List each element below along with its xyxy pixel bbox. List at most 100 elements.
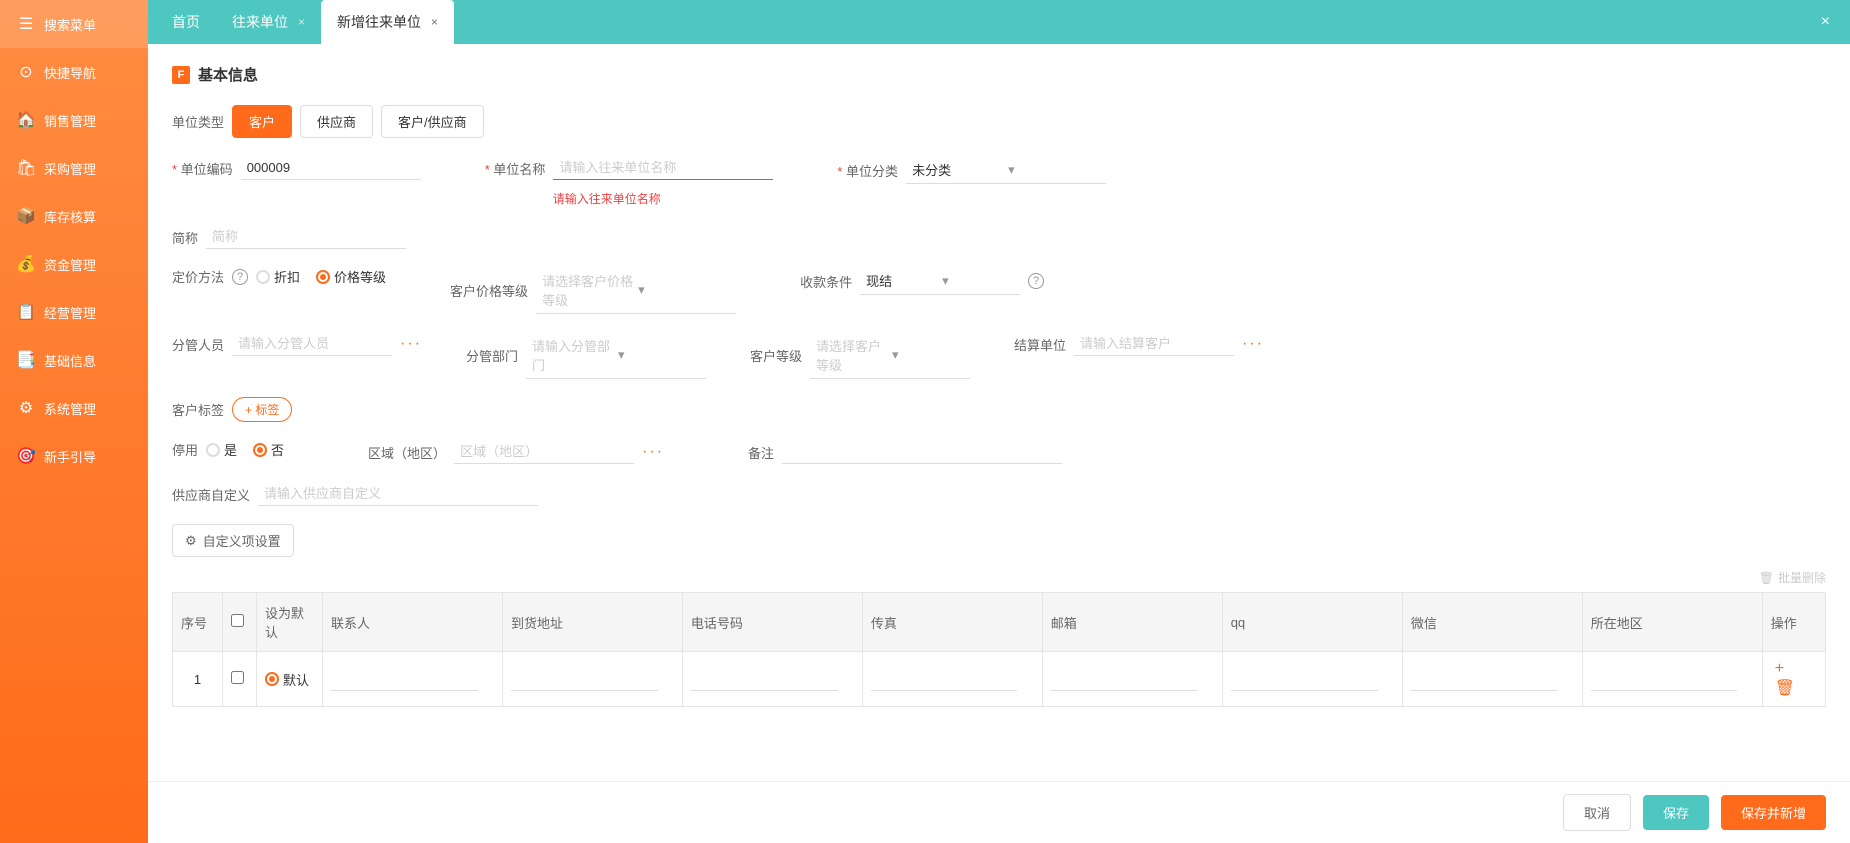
col-address: 到货地址 <box>502 593 682 652</box>
sidebar-item-basic-info[interactable]: 📑 基础信息 <box>0 336 148 384</box>
row-address[interactable] <box>502 652 682 707</box>
custom-setting-button[interactable]: ⚙ 自定义项设置 <box>172 524 294 557</box>
col-contact: 联系人 <box>323 593 503 652</box>
row-checkbox-input[interactable] <box>231 671 244 684</box>
unit-name-label: 单位名称 <box>485 159 546 178</box>
disable-yes[interactable]: 是 <box>206 440 237 459</box>
region-more-icon[interactable]: ··· <box>642 443 664 461</box>
sidebar-item-guide[interactable]: 🎯 新手引导 <box>0 432 148 480</box>
sidebar-item-sales[interactable]: 🏠 销售管理 <box>0 96 148 144</box>
region-input[interactable] <box>454 440 634 464</box>
settlement-more-icon[interactable]: ··· <box>1242 335 1264 353</box>
unit-category-select[interactable]: 未分类 ▾ <box>906 156 1106 184</box>
unit-name-error: 请输入往来单位名称 <box>553 190 661 207</box>
pricing-row: 定价方法 ? 折扣 价格等级 客户价格等级 请选择客户价格等级 <box>172 267 1826 314</box>
pricing-price-level[interactable]: 价格等级 <box>316 267 386 286</box>
col-action: 操作 <box>1762 593 1825 652</box>
abbr-row: 简称 <box>172 225 1826 249</box>
row-checkbox[interactable] <box>223 652 257 707</box>
tab-partner[interactable]: 往来单位 × <box>216 0 321 44</box>
btn-both[interactable]: 客户/供应商 <box>381 105 484 138</box>
department-select[interactable]: 请输入分管部门 ▾ <box>526 332 706 379</box>
row-qq[interactable] <box>1222 652 1402 707</box>
unit-code-input[interactable] <box>241 156 421 180</box>
department-placeholder: 请输入分管部门 <box>532 336 614 374</box>
sidebar-item-finance[interactable]: 💰 资金管理 <box>0 240 148 288</box>
customer-price-placeholder: 请选择客户价格等级 <box>542 271 634 309</box>
row-default-radio[interactable]: 默认 <box>265 670 314 689</box>
customer-level-select[interactable]: 请选择客户等级 ▾ <box>810 332 970 379</box>
disable-radio-group: 是 否 <box>206 440 284 459</box>
unit-code-label: 单位编码 <box>172 159 233 178</box>
manager-label: 分管人员 <box>172 335 224 354</box>
row-wechat[interactable] <box>1402 652 1582 707</box>
customer-level-label: 客户等级 <box>750 346 802 365</box>
tag-add-button[interactable]: + 标签 <box>232 397 292 422</box>
tab-home[interactable]: 首页 <box>156 0 216 44</box>
manager-input[interactable] <box>232 332 392 356</box>
home-icon: ⊙ <box>16 62 36 82</box>
sidebar-item-purchase[interactable]: 🛍 采购管理 <box>0 144 148 192</box>
window-close-button[interactable]: × <box>1809 13 1842 31</box>
save-button[interactable]: 保存 <box>1643 795 1709 830</box>
row-default: 默认 <box>257 652 323 707</box>
pricing-help-icon[interactable]: ? <box>232 269 248 285</box>
gear-icon: ⚙ <box>185 533 197 549</box>
sidebar-item-system[interactable]: ⚙ 系统管理 <box>0 384 148 432</box>
row-fax[interactable] <box>862 652 1042 707</box>
search-icon: ☰ <box>16 14 36 34</box>
unit-name-input[interactable] <box>553 156 773 180</box>
manager-more-icon[interactable]: ··· <box>400 335 422 353</box>
sidebar-item-quicknav[interactable]: ⊙ 快捷导航 <box>0 48 148 96</box>
add-row-button[interactable]: + <box>1771 660 1788 677</box>
tab-partner-close[interactable]: × <box>298 15 305 29</box>
customer-price-select[interactable]: 请选择客户价格等级 ▾ <box>536 267 736 314</box>
btn-customer[interactable]: 客户 <box>232 105 292 138</box>
chevron-down-icon2: ▾ <box>638 282 730 298</box>
select-all-checkbox[interactable] <box>231 614 244 627</box>
payment-terms-select[interactable]: 现结 ▾ <box>860 267 1020 295</box>
operations-icon: 📋 <box>16 302 36 322</box>
cancel-button[interactable]: 取消 <box>1563 794 1631 831</box>
tag-field: 客户标签 + 标签 <box>172 397 292 422</box>
batch-delete-button[interactable]: 🗑 批量删除 <box>1759 569 1826 586</box>
sidebar-item-label: 搜索菜单 <box>44 15 96 34</box>
tag-row: 客户标签 + 标签 <box>172 397 1826 422</box>
form-content: F 基本信息 单位类型 客户 供应商 客户/供应商 单位编码 单位名称 <box>148 44 1850 781</box>
manager-row: 分管人员 ··· 分管部门 请输入分管部门 ▾ 客户等级 请选择客户等级 ▾ 结… <box>172 332 1826 379</box>
row-contact[interactable] <box>323 652 503 707</box>
sidebar-item-inventory[interactable]: 📦 库存核算 <box>0 192 148 240</box>
default-label: 默认 <box>283 670 309 689</box>
purchase-icon: 🛍 <box>16 158 36 178</box>
col-checkbox[interactable] <box>223 593 257 652</box>
supplier-custom-input[interactable] <box>258 482 538 506</box>
unit-type-btn-group: 客户 供应商 客户/供应商 <box>232 105 484 138</box>
disable-no[interactable]: 否 <box>253 440 284 459</box>
delete-row-button[interactable]: 🗑 <box>1771 680 1799 697</box>
abbr-field: 简称 <box>172 225 406 249</box>
tab-new-partner[interactable]: 新增往来单位 × <box>321 0 454 44</box>
unit-type-row: 单位类型 客户 供应商 客户/供应商 <box>172 105 1826 138</box>
sidebar-item-search[interactable]: ☰ 搜索菜单 <box>0 0 148 48</box>
unit-category-value: 未分类 <box>912 160 1004 179</box>
unit-type-label: 单位类型 <box>172 112 224 131</box>
col-phone: 电话号码 <box>682 593 862 652</box>
sidebar-item-operations[interactable]: 📋 经营管理 <box>0 288 148 336</box>
pricing-discount[interactable]: 折扣 <box>256 267 300 286</box>
btn-supplier[interactable]: 供应商 <box>300 105 373 138</box>
row-email[interactable] <box>1042 652 1222 707</box>
remark-input[interactable] <box>782 440 1062 464</box>
save-new-button[interactable]: 保存并新增 <box>1721 795 1826 830</box>
settlement-input[interactable] <box>1074 332 1234 356</box>
region-field: 区域（地区） ··· <box>368 440 664 464</box>
sidebar-item-label: 资金管理 <box>44 255 96 274</box>
abbr-input[interactable] <box>206 225 406 249</box>
tab-new-partner-close[interactable]: × <box>431 15 438 29</box>
sidebar-item-label: 库存核算 <box>44 207 96 226</box>
payment-help-icon[interactable]: ? <box>1028 273 1044 289</box>
sidebar-item-label: 经营管理 <box>44 303 96 322</box>
row-region[interactable] <box>1582 652 1762 707</box>
discount-radio <box>256 270 270 284</box>
pricing-label: 定价方法 <box>172 267 224 286</box>
row-phone[interactable] <box>682 652 862 707</box>
